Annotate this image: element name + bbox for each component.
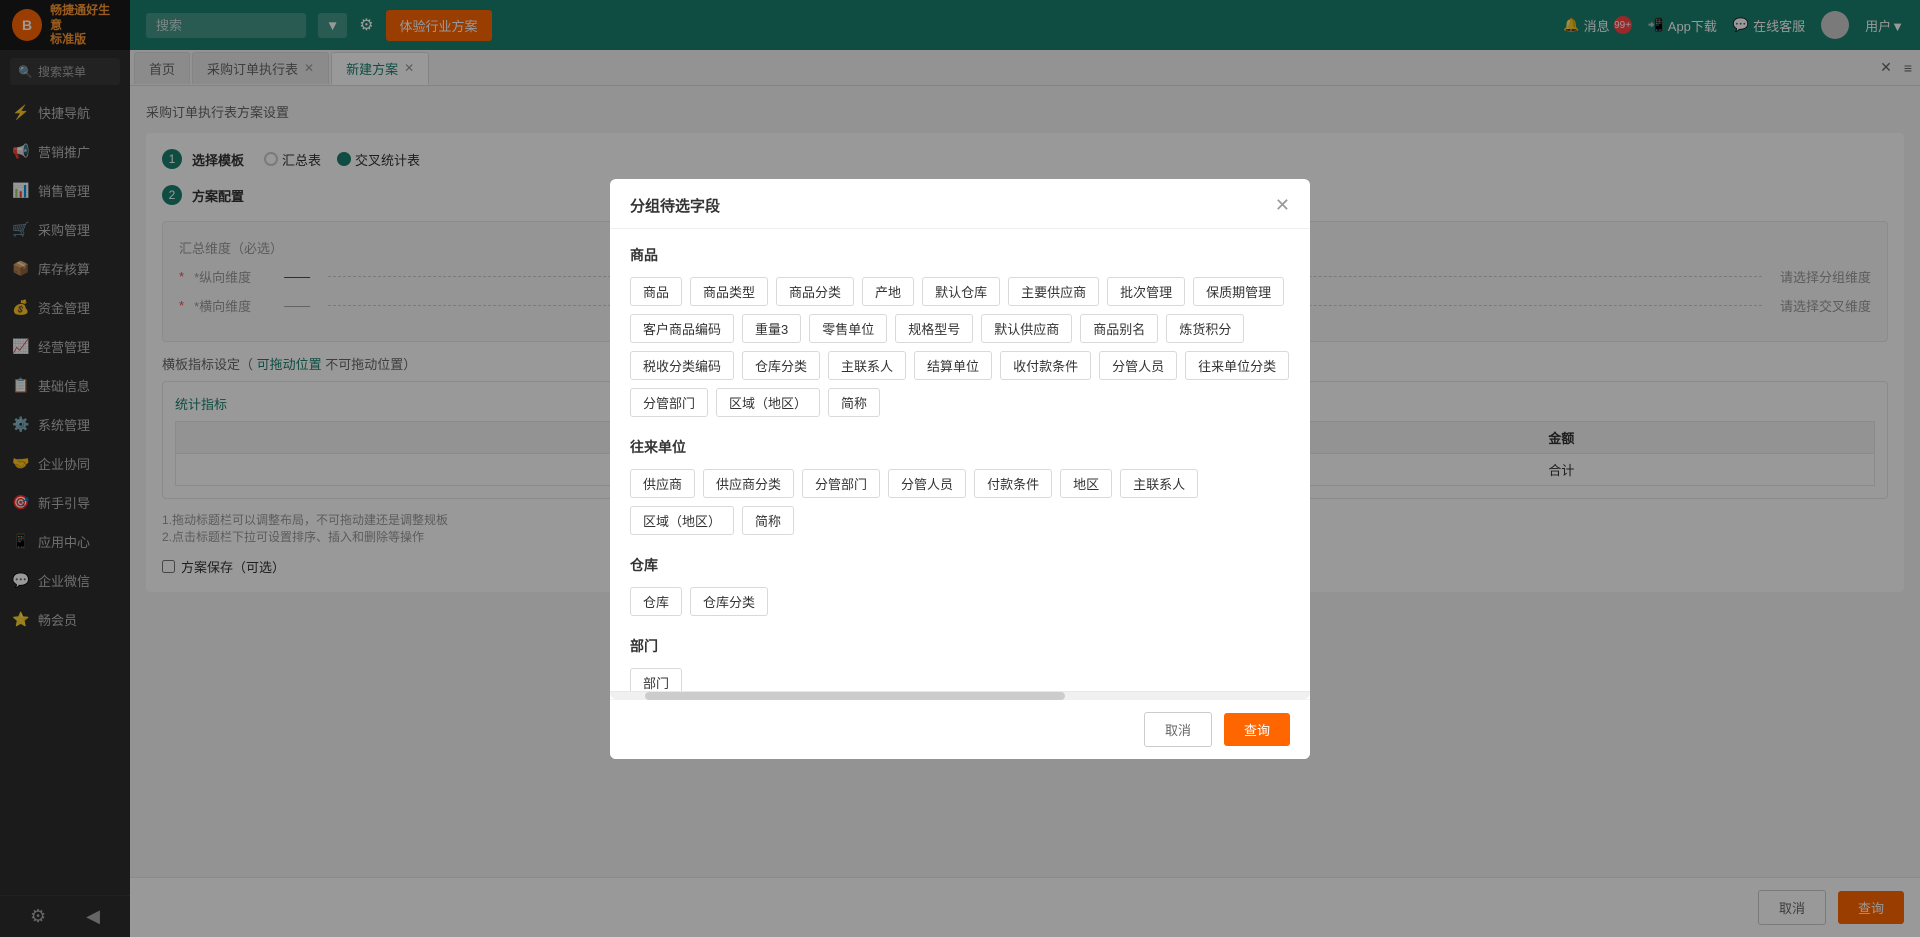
modal-header: 分组待选字段 ✕ (610, 179, 1310, 229)
field-section-counterpart-title: 往来单位 (630, 437, 1290, 457)
tag-shelf-life[interactable]: 保质期管理 (1193, 277, 1284, 306)
modal-dialog: 分组待选字段 ✕ 商品 商品 商品类型 商品分类 产地 默认仓库 主要供应商 批… (610, 179, 1310, 759)
tag-supplier-category[interactable]: 供应商分类 (703, 469, 794, 498)
tag-product[interactable]: 商品 (630, 277, 682, 306)
field-tags-counterpart: 供应商 供应商分类 分管部门 分管人员 付款条件 地区 主联系人 区域（地区） … (630, 469, 1290, 535)
modal-confirm-button[interactable]: 查询 (1224, 713, 1290, 746)
modal-footer: 取消 查询 (610, 699, 1310, 759)
tag-spec-model[interactable]: 规格型号 (895, 314, 973, 343)
modal-hscrollbar[interactable] (610, 691, 1310, 699)
field-section-department-title: 部门 (630, 636, 1290, 656)
tag-product-type[interactable]: 商品类型 (690, 277, 768, 306)
field-section-counterpart: 往来单位 供应商 供应商分类 分管部门 分管人员 付款条件 地区 主联系人 区域… (630, 437, 1290, 535)
field-section-department: 部门 部门 (630, 636, 1290, 691)
tag-mgmt-dept[interactable]: 分管部门 (630, 388, 708, 417)
tag-supplier[interactable]: 供应商 (630, 469, 695, 498)
tag-region2[interactable]: 区域（地区） (630, 506, 734, 535)
tag-default-warehouse[interactable]: 默认仓库 (922, 277, 1000, 306)
modal-overlay[interactable]: 分组待选字段 ✕ 商品 商品 商品类型 商品分类 产地 默认仓库 主要供应商 批… (0, 0, 1920, 937)
tag-batch-mgmt[interactable]: 批次管理 (1107, 277, 1185, 306)
tag-dept[interactable]: 分管部门 (802, 469, 880, 498)
tag-weight3[interactable]: 重量3 (742, 314, 801, 343)
field-section-warehouse-title: 仓库 (630, 555, 1290, 575)
tag-counterpart-category[interactable]: 往来单位分类 (1185, 351, 1289, 380)
field-section-product-title: 商品 (630, 245, 1290, 265)
field-section-warehouse: 仓库 仓库 仓库分类 (630, 555, 1290, 616)
modal-hscrollbar-thumb[interactable] (645, 692, 1065, 700)
tag-lian-points[interactable]: 炼货积分 (1166, 314, 1244, 343)
tag-payment-cond[interactable]: 付款条件 (974, 469, 1052, 498)
tag-settlement-unit[interactable]: 结算单位 (914, 351, 992, 380)
tag-customer-code[interactable]: 客户商品编码 (630, 314, 734, 343)
tag-main-contact2[interactable]: 主联系人 (1120, 469, 1198, 498)
field-tags-department: 部门 (630, 668, 1290, 691)
tag-retail-unit[interactable]: 零售单位 (809, 314, 887, 343)
tag-warehouse-category[interactable]: 仓库分类 (742, 351, 820, 380)
tag-short-name[interactable]: 简称 (828, 388, 880, 417)
tag-origin[interactable]: 产地 (862, 277, 914, 306)
tag-department[interactable]: 部门 (630, 668, 682, 691)
modal-title: 分组待选字段 (630, 195, 720, 216)
field-tags-product: 商品 商品类型 商品分类 产地 默认仓库 主要供应商 批次管理 保质期管理 客户… (630, 277, 1290, 417)
tag-short-name2[interactable]: 简称 (742, 506, 794, 535)
field-section-product: 商品 商品 商品类型 商品分类 产地 默认仓库 主要供应商 批次管理 保质期管理… (630, 245, 1290, 417)
tag-region[interactable]: 区域（地区） (716, 388, 820, 417)
tag-supervisor2[interactable]: 分管人员 (888, 469, 966, 498)
tag-default-supplier[interactable]: 默认供应商 (981, 314, 1072, 343)
tag-product-alias[interactable]: 商品别名 (1080, 314, 1158, 343)
tag-main-contact[interactable]: 主联系人 (828, 351, 906, 380)
tag-warehouse[interactable]: 仓库 (630, 587, 682, 616)
modal-cancel-button[interactable]: 取消 (1144, 712, 1212, 747)
tag-tax-code[interactable]: 税收分类编码 (630, 351, 734, 380)
modal-close-button[interactable]: ✕ (1275, 195, 1290, 216)
modal-body: 商品 商品 商品类型 商品分类 产地 默认仓库 主要供应商 批次管理 保质期管理… (610, 229, 1310, 691)
tag-area[interactable]: 地区 (1060, 469, 1112, 498)
tag-warehouse-cat[interactable]: 仓库分类 (690, 587, 768, 616)
tag-payment-terms[interactable]: 收付款条件 (1000, 351, 1091, 380)
tag-product-category[interactable]: 商品分类 (776, 277, 854, 306)
field-tags-warehouse: 仓库 仓库分类 (630, 587, 1290, 616)
tag-supervisor[interactable]: 分管人员 (1099, 351, 1177, 380)
tag-main-supplier[interactable]: 主要供应商 (1008, 277, 1099, 306)
